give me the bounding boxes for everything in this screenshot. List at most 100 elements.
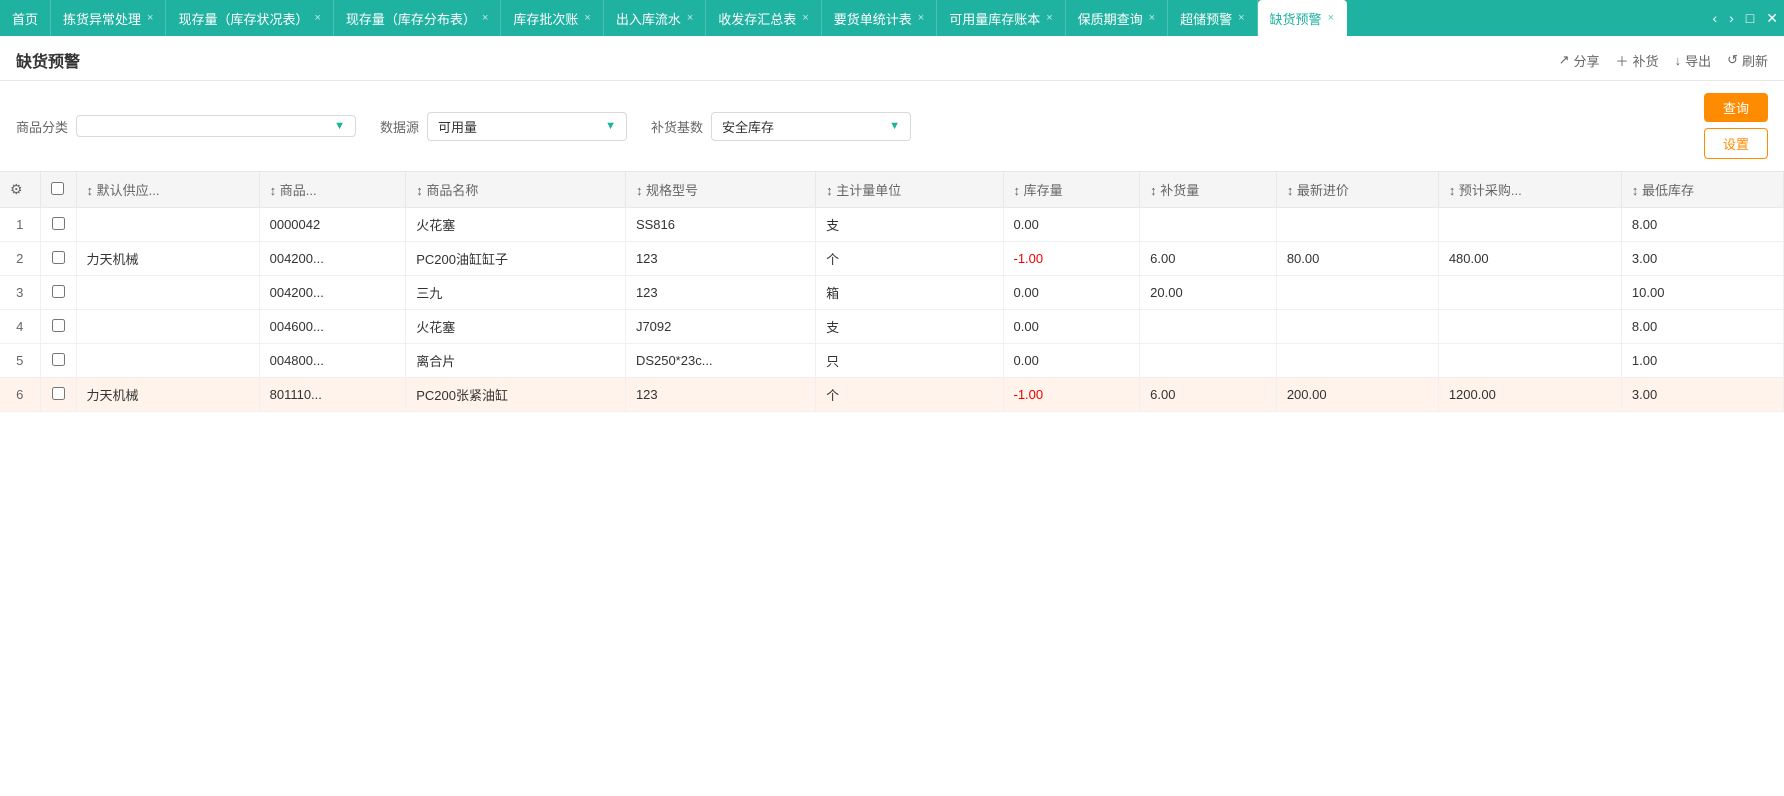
cell-stock-4: 0.00 [1003, 344, 1140, 378]
share-label: 分享 [1574, 51, 1600, 70]
tab-nav-buttons: ‹ › □ ✕ [1706, 0, 1784, 36]
row-checkbox-0[interactable] [52, 217, 65, 230]
tab-bar: 首页拣货异常处理×现存量（库存状况表）×现存量（库存分布表）×库存批次账×出入库… [0, 0, 1784, 36]
cell-min-stock-5: 3.00 [1621, 378, 1783, 412]
table-row: 6力天机械801110...PC200张紧油缸123个-1.006.00200.… [0, 378, 1784, 412]
main-content: 缺货预警 ↗ 分享 ＋ 补货 ↓ 导出 ↺ 刷新 商品分类 [0, 36, 1784, 796]
page-header: 缺货预警 ↗ 分享 ＋ 补货 ↓ 导出 ↺ 刷新 [0, 36, 1784, 81]
table-row: 10000042火花塞SS816支0.008.00 [0, 208, 1784, 242]
close-window[interactable]: ✕ [1760, 0, 1784, 36]
tab-scroll-left[interactable]: ‹ [1706, 0, 1723, 36]
cell-product-name-2: 三九 [406, 276, 626, 310]
cell-latest-price-4 [1276, 344, 1438, 378]
tab-close-1[interactable]: × [147, 12, 153, 24]
col-stock: ↕ 库存量 [1003, 172, 1140, 208]
export-action[interactable]: ↓ 导出 [1675, 51, 1712, 70]
row-num-3: 4 [0, 310, 40, 344]
cell-est-purchase-5: 1200.00 [1438, 378, 1621, 412]
cell-replenish-2: 20.00 [1140, 276, 1277, 310]
settings-button[interactable]: 设置 [1704, 128, 1768, 159]
tab-item-5[interactable]: 出入库流水× [604, 0, 706, 36]
tab-item-6[interactable]: 收发存汇总表× [706, 0, 821, 36]
cell-est-purchase-4 [1438, 344, 1621, 378]
tab-item-9[interactable]: 保质期查询× [1066, 0, 1168, 36]
replenish-action[interactable]: ＋ 补货 [1616, 51, 1659, 70]
query-button[interactable]: 查询 [1704, 93, 1768, 122]
table-gear-icon[interactable]: ⚙ [10, 181, 23, 197]
cell-min-stock-0: 8.00 [1621, 208, 1783, 242]
cell-est-purchase-3 [1438, 310, 1621, 344]
tab-item-3[interactable]: 现存量（库存分布表）× [334, 0, 501, 36]
category-select-arrow: ▼ [334, 120, 345, 132]
export-icon: ↓ [1675, 53, 1682, 68]
tab-close-9[interactable]: × [1149, 12, 1155, 24]
row-num-4: 5 [0, 344, 40, 378]
row-checkbox-cell-5 [40, 378, 76, 412]
cell-replenish-0 [1140, 208, 1277, 242]
page-title: 缺货预警 [16, 48, 80, 72]
cell-supplier-4 [76, 344, 259, 378]
cell-min-stock-3: 8.00 [1621, 310, 1783, 344]
data-table: ⚙ ↕ 默认供应... ↕ 商品... ↕ 商品名称 ↕ [0, 172, 1784, 412]
cell-est-purchase-1: 480.00 [1438, 242, 1621, 276]
datasource-filter-label: 数据源 [380, 117, 419, 136]
restore-window[interactable]: □ [1740, 0, 1760, 36]
row-checkbox-2[interactable] [52, 285, 65, 298]
tab-item-4[interactable]: 库存批次账× [501, 0, 603, 36]
row-num-0: 1 [0, 208, 40, 242]
select-all-checkbox[interactable] [51, 182, 64, 195]
row-checkbox-cell-1 [40, 242, 76, 276]
row-checkbox-3[interactable] [52, 319, 65, 332]
table-row: 2力天机械004200...PC200油缸缸子123个-1.006.0080.0… [0, 242, 1784, 276]
table-row: 5004800...离合片DS250*23c...只0.001.00 [0, 344, 1784, 378]
col-checkbox [40, 172, 76, 208]
tab-close-11[interactable]: × [1328, 12, 1334, 24]
cell-replenish-5: 6.00 [1140, 378, 1277, 412]
tab-item-0[interactable]: 首页 [0, 0, 51, 36]
tab-close-2[interactable]: × [314, 12, 320, 24]
cell-supplier-5: 力天机械 [76, 378, 259, 412]
cell-latest-price-3 [1276, 310, 1438, 344]
table-header-row: ⚙ ↕ 默认供应... ↕ 商品... ↕ 商品名称 ↕ [0, 172, 1784, 208]
col-product-name: ↕ 商品名称 [406, 172, 626, 208]
tab-close-10[interactable]: × [1238, 12, 1244, 24]
tab-close-3[interactable]: × [482, 12, 488, 24]
tab-close-6[interactable]: × [802, 12, 808, 24]
row-num-2: 3 [0, 276, 40, 310]
tab-item-11[interactable]: 缺货预警× [1258, 0, 1347, 36]
cell-supplier-2 [76, 276, 259, 310]
col-est-purchase: ↕ 预计采购... [1438, 172, 1621, 208]
cell-latest-price-5: 200.00 [1276, 378, 1438, 412]
tab-close-5[interactable]: × [687, 12, 693, 24]
cell-est-purchase-0 [1438, 208, 1621, 242]
tab-close-8[interactable]: × [1046, 12, 1052, 24]
tab-item-7[interactable]: 要货单统计表× [822, 0, 937, 36]
refresh-action[interactable]: ↺ 刷新 [1727, 51, 1768, 70]
cell-spec-3: J7092 [625, 310, 815, 344]
share-action[interactable]: ↗ 分享 [1559, 51, 1600, 70]
tab-item-1[interactable]: 拣货异常处理× [51, 0, 166, 36]
category-select[interactable]: ▼ [76, 115, 356, 137]
replenish-icon: ＋ [1616, 51, 1629, 70]
datasource-select-arrow: ▼ [605, 120, 616, 132]
header-actions: ↗ 分享 ＋ 补货 ↓ 导出 ↺ 刷新 [1559, 51, 1768, 70]
datasource-select[interactable]: 可用量 ▼ [427, 112, 627, 141]
cell-unit-5: 个 [816, 378, 1003, 412]
cell-product-code-3: 004600... [259, 310, 406, 344]
tab-close-4[interactable]: × [584, 12, 590, 24]
share-icon: ↗ [1559, 52, 1570, 68]
tab-item-10[interactable]: 超储预警× [1168, 0, 1257, 36]
tab-item-8[interactable]: 可用量库存账本× [937, 0, 1065, 36]
datasource-filter-group: 数据源 可用量 ▼ [380, 112, 627, 141]
tab-item-2[interactable]: 现存量（库存状况表）× [166, 0, 333, 36]
tab-close-7[interactable]: × [918, 12, 924, 24]
row-checkbox-1[interactable] [52, 251, 65, 264]
cell-min-stock-4: 1.00 [1621, 344, 1783, 378]
row-checkbox-4[interactable] [52, 353, 65, 366]
table-row: 4004600...火花塞J7092支0.008.00 [0, 310, 1784, 344]
tab-scroll-right[interactable]: › [1723, 0, 1740, 36]
row-checkbox-5[interactable] [52, 387, 65, 400]
col-product-code: ↕ 商品... [259, 172, 406, 208]
cell-replenish-1: 6.00 [1140, 242, 1277, 276]
basis-select[interactable]: 安全库存 ▼ [711, 112, 911, 141]
